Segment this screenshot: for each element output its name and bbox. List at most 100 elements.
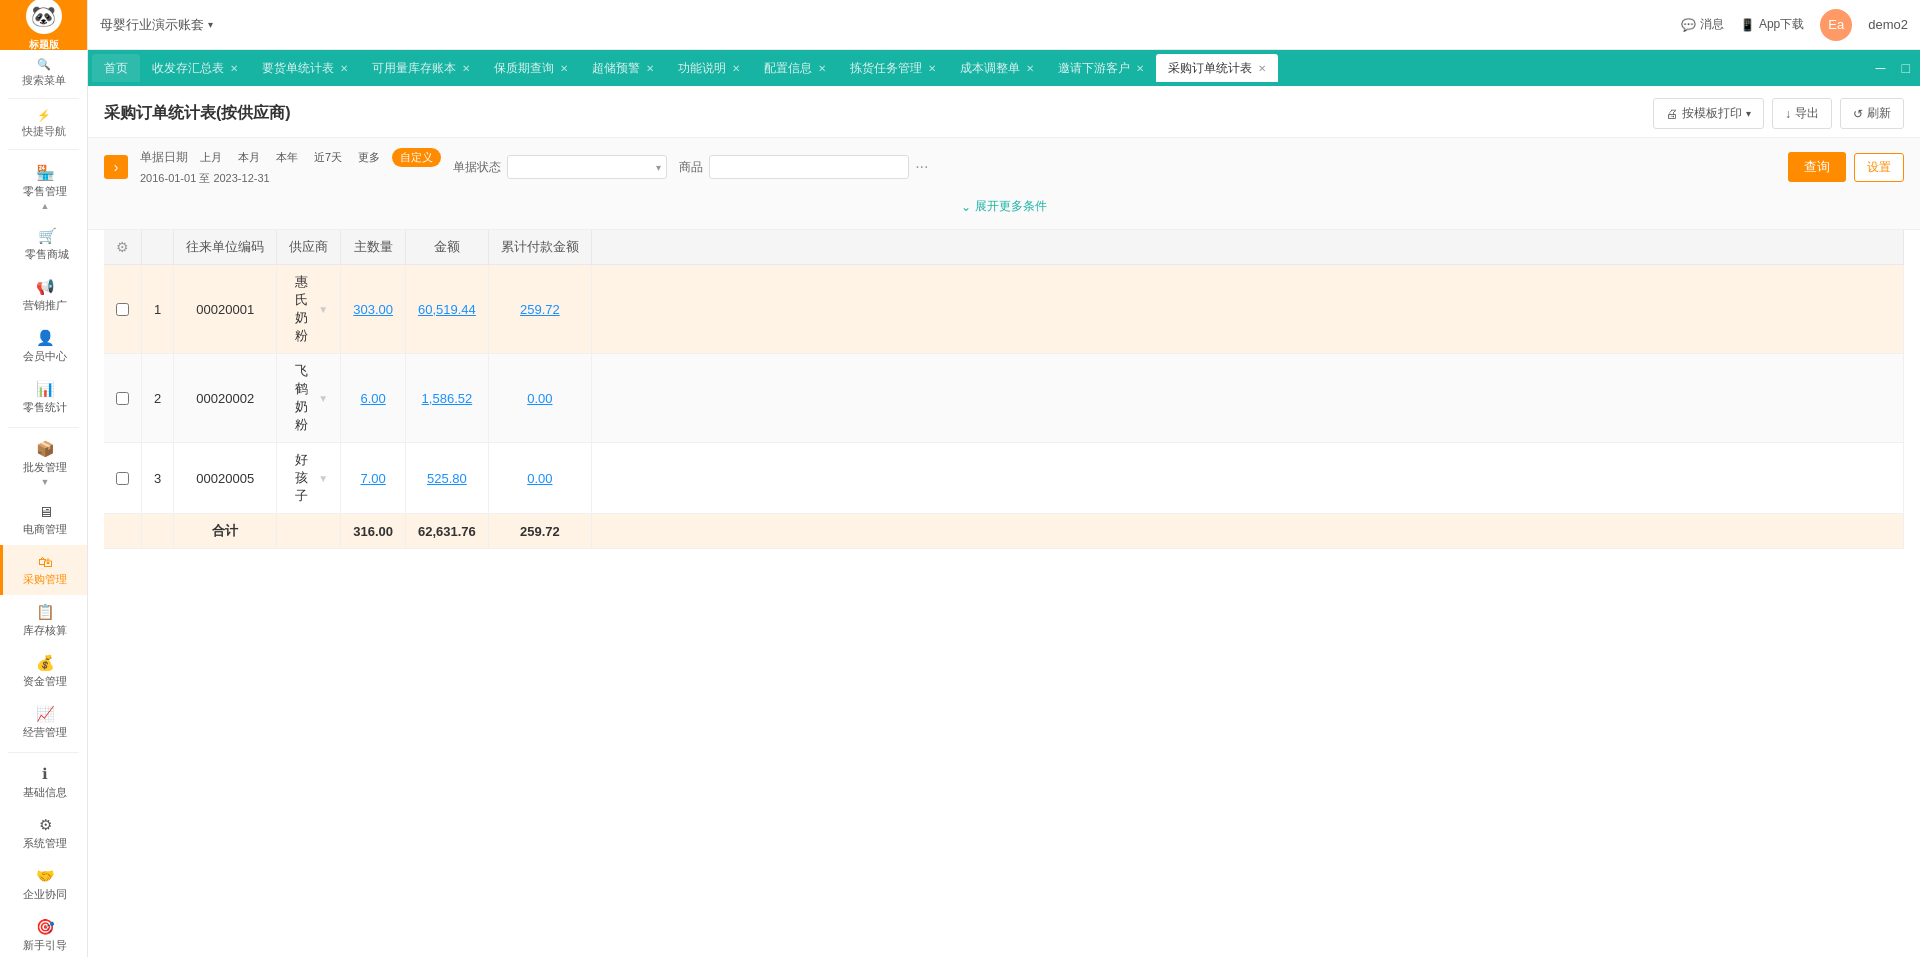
row-checkbox[interactable] bbox=[116, 303, 129, 316]
sidebar-item-inventory[interactable]: 📋 库存核算 bbox=[0, 595, 87, 646]
tab-close-icon2[interactable]: ✕ bbox=[340, 63, 348, 74]
table-settings-icon[interactable]: ⚙ bbox=[116, 239, 129, 255]
sidebar-item-retail-stat[interactable]: 📊 零售统计 bbox=[0, 372, 87, 423]
tab-receive-send[interactable]: 收发存汇总表 ✕ bbox=[140, 54, 250, 82]
expand-row-icon[interactable]: ▼ bbox=[318, 473, 328, 484]
refresh-btn[interactable]: ↺ 刷新 bbox=[1840, 98, 1904, 129]
minimize-btn[interactable]: ─ bbox=[1870, 58, 1892, 78]
inventory-icon: 📋 bbox=[36, 603, 55, 621]
tab-config-info[interactable]: 配置信息 ✕ bbox=[752, 54, 838, 82]
date-btn-last-month[interactable]: 上月 bbox=[194, 148, 228, 167]
tab-invite-downstream[interactable]: 邀请下游客户 ✕ bbox=[1046, 54, 1156, 82]
col-supplier: 供应商 bbox=[277, 230, 341, 265]
filter-toggle-btn[interactable]: › bbox=[104, 155, 128, 179]
amount-link[interactable]: 60,519.44 bbox=[418, 302, 476, 317]
date-btn-more[interactable]: 更多 bbox=[352, 148, 386, 167]
date-btn-this-year[interactable]: 本年 bbox=[270, 148, 304, 167]
sidebar-item-search[interactable]: 🔍 搜索菜单 bbox=[0, 52, 87, 94]
tab-available-inventory[interactable]: 可用量库存账本 ✕ bbox=[360, 54, 482, 82]
sidebar-item-marketing[interactable]: 📢 营销推广 bbox=[0, 270, 87, 321]
main-qty-link[interactable]: 6.00 bbox=[360, 391, 385, 406]
tab-close-icon3[interactable]: ✕ bbox=[462, 63, 470, 74]
settings-btn[interactable]: 设置 bbox=[1854, 153, 1904, 182]
app-download-btn[interactable]: 📱 App下载 bbox=[1740, 16, 1804, 33]
date-btn-7days[interactable]: 近7天 bbox=[308, 148, 348, 167]
sidebar-item-retail-mall[interactable]: 🛒 零售商城 bbox=[0, 219, 87, 270]
chevron-down-icon2: ▼ bbox=[41, 477, 50, 487]
tab-close-icon10[interactable]: ✕ bbox=[1136, 63, 1144, 74]
row-checkbox[interactable] bbox=[116, 392, 129, 405]
maximize-btn[interactable]: □ bbox=[1896, 58, 1916, 78]
sidebar-item-operations[interactable]: 📈 经营管理 bbox=[0, 697, 87, 748]
sidebar-item-ecommerce[interactable]: 🖥 电商管理 bbox=[0, 495, 87, 545]
main-qty-link[interactable]: 303.00 bbox=[353, 302, 393, 317]
row-paid-amount: 259.72 bbox=[488, 265, 591, 354]
tab-close-icon9[interactable]: ✕ bbox=[1026, 63, 1034, 74]
tab-close-icon11[interactable]: ✕ bbox=[1258, 63, 1266, 74]
tab-home[interactable]: 首页 bbox=[92, 54, 140, 82]
row-supplier: 好孩子 ▼ bbox=[277, 443, 341, 514]
more-fields-icon[interactable]: ··· bbox=[915, 158, 928, 176]
tab-close-icon6[interactable]: ✕ bbox=[732, 63, 740, 74]
main-qty-link[interactable]: 7.00 bbox=[360, 471, 385, 486]
sidebar-item-enterprise[interactable]: 🤝 企业协同 bbox=[0, 859, 87, 910]
date-shortcuts: 上月 本月 本年 近7天 更多 bbox=[194, 148, 386, 167]
tab-expiry-query[interactable]: 保质期查询 ✕ bbox=[482, 54, 580, 82]
row-paid-amount: 0.00 bbox=[488, 354, 591, 443]
expand-more-btn[interactable]: ⌄ 展开更多条件 bbox=[961, 198, 1047, 215]
paid-amount-link[interactable]: 0.00 bbox=[527, 471, 552, 486]
tab-close-icon5[interactable]: ✕ bbox=[646, 63, 654, 74]
avatar[interactable]: Ea bbox=[1820, 9, 1852, 41]
message-btn[interactable]: 💬 消息 bbox=[1681, 16, 1724, 33]
tab-close-icon7[interactable]: ✕ bbox=[818, 63, 826, 74]
amount-link[interactable]: 1,586.52 bbox=[422, 391, 473, 406]
col-partner-code: 往来单位编码 bbox=[174, 230, 277, 265]
sidebar-item-system[interactable]: ⚙ 系统管理 bbox=[0, 808, 87, 859]
print-btn[interactable]: 🖨 按模板打印 ▾ bbox=[1653, 98, 1764, 129]
row-partner-code: 00020005 bbox=[174, 443, 277, 514]
tab-close-icon8[interactable]: ✕ bbox=[928, 63, 936, 74]
chevron-down-icon5: ⌄ bbox=[961, 200, 971, 214]
flash-icon: ⚡ bbox=[37, 109, 51, 122]
wholesale-icon: 📦 bbox=[36, 440, 55, 458]
tab-close-icon[interactable]: ✕ bbox=[230, 63, 238, 74]
sidebar-item-quick-nav[interactable]: ⚡ 快捷导航 bbox=[0, 103, 87, 145]
row-supplier: 飞鹤奶粉 ▼ bbox=[277, 354, 341, 443]
status-select[interactable] bbox=[507, 155, 667, 179]
tab-purchase-order-stat[interactable]: 采购订单统计表 ✕ bbox=[1156, 54, 1278, 82]
tab-cost-adjust-label: 成本调整单 bbox=[960, 60, 1020, 77]
amount-link[interactable]: 525.80 bbox=[427, 471, 467, 486]
expand-row-icon[interactable]: ▼ bbox=[318, 304, 328, 315]
sidebar-item-basic-info[interactable]: ℹ 基础信息 bbox=[0, 757, 87, 808]
paid-amount-link[interactable]: 259.72 bbox=[520, 302, 560, 317]
footer-empty4 bbox=[591, 514, 1903, 549]
sidebar-item-member[interactable]: 👤 会员中心 bbox=[0, 321, 87, 372]
row-no: 2 bbox=[142, 354, 174, 443]
date-btn-this-month[interactable]: 本月 bbox=[232, 148, 266, 167]
col-empty bbox=[591, 230, 1903, 265]
account-dropdown[interactable]: 母婴行业演示账套 ▾ bbox=[100, 16, 213, 34]
marketing-icon: 📢 bbox=[36, 278, 55, 296]
sidebar-item-finance[interactable]: 💰 资金管理 bbox=[0, 646, 87, 697]
tab-cost-adjust[interactable]: 成本调整单 ✕ bbox=[948, 54, 1046, 82]
sidebar-item-retail[interactable]: 🏪 零售管理 ▲ bbox=[0, 156, 87, 219]
expand-row-icon[interactable]: ▼ bbox=[318, 393, 328, 404]
tab-pick-task[interactable]: 拣货任务管理 ✕ bbox=[838, 54, 948, 82]
tab-close-icon4[interactable]: ✕ bbox=[560, 63, 568, 74]
custom-date-badge[interactable]: 自定义 bbox=[392, 148, 441, 167]
tab-overstock-warning[interactable]: 超储预警 ✕ bbox=[580, 54, 666, 82]
sidebar-item-purchase[interactable]: 🛍 采购管理 bbox=[0, 545, 87, 595]
paid-amount-link[interactable]: 0.00 bbox=[527, 391, 552, 406]
data-table: ⚙ 往来单位编码 供应商 主数量 金额 累计付款金额 1 bbox=[104, 230, 1904, 549]
tab-requisition-stat[interactable]: 要货单统计表 ✕ bbox=[250, 54, 360, 82]
export-btn[interactable]: ↓ 导出 bbox=[1772, 98, 1832, 129]
sidebar-item-wholesale[interactable]: 📦 批发管理 ▼ bbox=[0, 432, 87, 495]
row-checkbox[interactable] bbox=[116, 472, 129, 485]
goods-input[interactable] bbox=[709, 155, 909, 179]
sidebar-item-newbie[interactable]: 🎯 新手引导 bbox=[0, 910, 87, 957]
query-btn[interactable]: 查询 bbox=[1788, 152, 1846, 182]
main-area: 母婴行业演示账套 ▾ 💬 消息 📱 App下载 Ea demo2 首页 收发存汇… bbox=[88, 0, 1920, 957]
col-paid-amount: 累计付款金额 bbox=[488, 230, 591, 265]
tab-function-desc[interactable]: 功能说明 ✕ bbox=[666, 54, 752, 82]
chevron-down-icon4: ▾ bbox=[1746, 108, 1751, 119]
